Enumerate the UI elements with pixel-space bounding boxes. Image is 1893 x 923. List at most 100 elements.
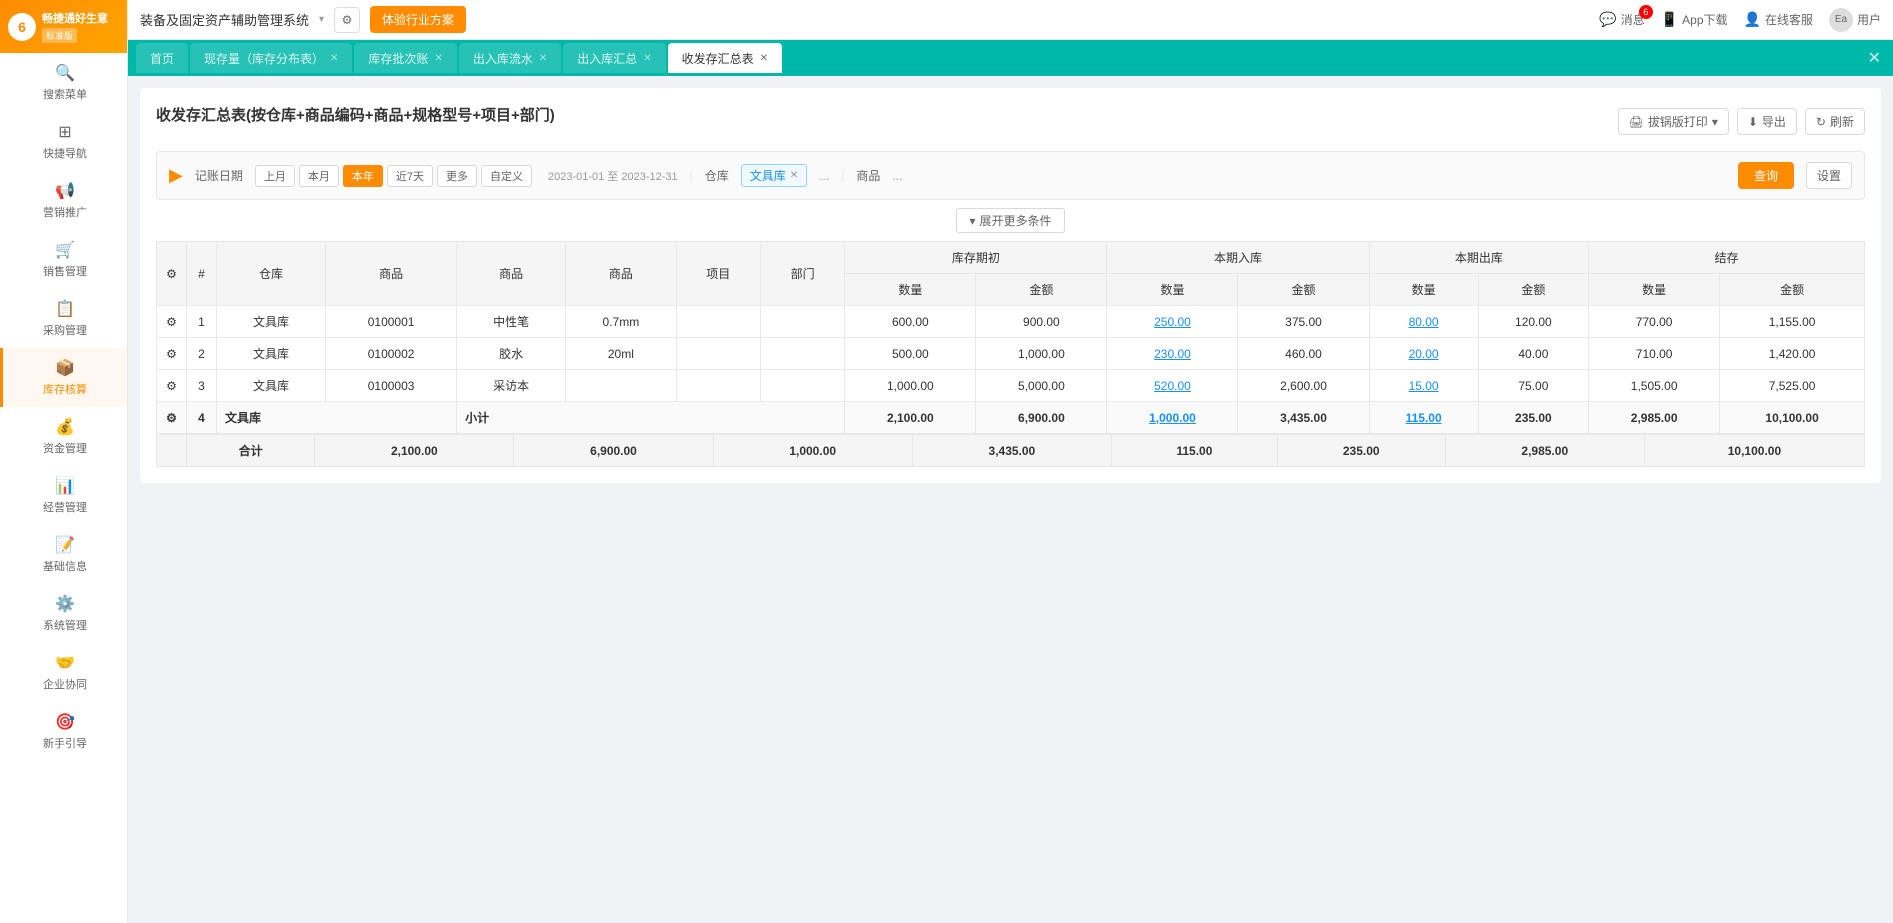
page-card: 收发存汇总表(按仓库+商品编码+商品+规格型号+项目+部门) 🖨 拔锅版打印 ▾… [140,88,1881,483]
date-btn-last-month[interactable]: 上月 [255,165,295,187]
date-buttons: 上月 本月 本年 近7天 更多 自定义 [255,165,532,187]
user-button[interactable]: Ea 用户 [1829,8,1881,32]
sidebar-item-marketing[interactable]: 📢 营销推广 [0,171,127,230]
tab-inventory-dist-label: 现存量（库存分布表） [204,50,324,67]
date-btn-more[interactable]: 更多 [437,165,477,187]
col-out-header: 本期出库 [1369,242,1589,274]
sidebar-item-finance[interactable]: 💰 资金管理 [0,407,127,466]
sidebar-item-quick-nav[interactable]: ⊞ 快捷导航 [0,112,127,171]
sidebar-item-operations[interactable]: 📊 经营管理 [0,466,127,525]
tab-inout-summary[interactable]: 出入库汇总 ✕ [563,43,665,73]
warehouse-tag-close-icon[interactable]: ✕ [790,170,798,181]
warehouse-more-btn[interactable]: ... [819,169,829,183]
row-name: 采访本 [457,370,566,402]
sidebar-item-basic[interactable]: 📝 基础信息 [0,525,127,584]
warehouse-tag-text: 文具库 [750,167,786,184]
col-name: 商品 [457,242,566,306]
sidebar-item-label: 快捷导航 [43,145,87,161]
sidebar-item-purchase[interactable]: 📋 采购管理 [0,289,127,348]
row-settings[interactable]: ⚙ [157,402,187,434]
tab-close-icon[interactable]: ✕ [330,53,338,64]
header-left: 装备及固定资产辅助管理系统 ▾ ⚙ 体验行业方案 [140,6,466,33]
row-name: 胶水 [457,338,566,370]
row-in-amt: 375.00 [1238,306,1369,338]
query-button[interactable]: 查询 [1738,162,1794,189]
date-btn-custom[interactable]: 自定义 [481,165,532,187]
table-settings-col[interactable]: ⚙ [157,242,187,306]
row-opening-qty: 500.00 [845,338,976,370]
row-balance-amt: 10,100.00 [1720,402,1865,434]
basic-icon: 📝 [55,535,75,555]
tab-bar-close-icon[interactable]: ✕ [1868,48,1881,68]
goods-label: 商品 [856,167,880,184]
print-button[interactable]: 🖨 拔锅版打印 ▾ [1618,108,1729,135]
goods-more-btn[interactable]: ... [892,169,902,183]
row-settings[interactable]: ⚙ [157,370,187,402]
refresh-button[interactable]: ↻ 刷新 [1805,108,1865,135]
row-warehouse: 文具库 [217,338,326,370]
print-icon: 🖨 [1629,115,1644,129]
tab-close-icon[interactable]: ✕ [539,53,547,64]
sidebar-item-newbie[interactable]: 🎯 新手引导 [0,702,127,761]
sidebar-item-search[interactable]: 🔍 搜索菜单 [0,53,127,112]
tab-close-icon[interactable]: ✕ [434,53,442,64]
sidebar: 6 畅捷通好生意 标准版 🔍 搜索菜单 ⊞ 快捷导航 📢 营销推广 🛒 销售管理… [0,0,128,923]
table-row: ⚙ 4 文具库 小计 2,100.00 6,900.00 1,000.00 3,… [157,402,1865,434]
col-dept: 部门 [760,242,844,306]
row-in-amt: 2,600.00 [1238,370,1369,402]
date-range-label: 2023-01-01 至 2023-12-31 [548,168,678,184]
quick-nav-icon: ⊞ [58,122,71,142]
online-service-button[interactable]: 👤 在线客服 [1744,11,1813,28]
row-code: 0100001 [326,306,457,338]
row-settings[interactable]: ⚙ [157,306,187,338]
export-button[interactable]: ⬇ 导出 [1737,108,1797,135]
newbie-icon: 🎯 [55,712,75,732]
tab-home[interactable]: 首页 [136,43,188,73]
sidebar-item-label: 系统管理 [43,617,87,633]
main-area: 装备及固定资产辅助管理系统 ▾ ⚙ 体验行业方案 💬 消息 6 📱 App下载 … [128,0,1893,923]
date-btn-7days[interactable]: 近7天 [387,165,433,187]
col-out-qty: 数量 [1369,274,1478,306]
finance-icon: 💰 [55,417,75,437]
trial-button[interactable]: 体验行业方案 [370,6,466,33]
date-btn-this-month[interactable]: 本月 [299,165,339,187]
tab-close-icon[interactable]: ✕ [760,53,768,64]
filter-arrow-icon[interactable]: ▶ [169,165,183,186]
sidebar-item-inventory[interactable]: 📦 库存核算 [0,348,127,407]
warehouse-tag[interactable]: 文具库 ✕ [741,164,807,187]
notification-button[interactable]: 💬 消息 6 [1599,11,1644,28]
footer-row: 合计 2,100.00 6,900.00 1,000.00 3,435.00 1… [157,435,1865,467]
col-in-amt: 金额 [1238,274,1369,306]
row-no: 2 [187,338,217,370]
footer-out-amt: 235.00 [1277,435,1445,467]
tab-batch-account[interactable]: 库存批次账 ✕ [354,43,456,73]
tab-collect-summary[interactable]: 收发存汇总表 ✕ [668,43,782,73]
row-settings[interactable]: ⚙ [157,338,187,370]
footer-in-qty: 1,000.00 [713,435,912,467]
system-icon: ⚙️ [55,594,75,614]
row-code: 0100002 [326,338,457,370]
settings-button[interactable]: ⚙ [334,7,360,33]
export-icon: ⬇ [1748,115,1758,129]
warehouse-label: 仓库 [705,167,729,184]
sidebar-item-enterprise[interactable]: 🤝 企业协同 [0,643,127,702]
expand-button[interactable]: ▾ 展开更多条件 [956,208,1064,233]
row-out-amt: 40.00 [1478,338,1588,370]
date-btn-this-year[interactable]: 本年 [343,165,383,187]
sidebar-item-system[interactable]: ⚙️ 系统管理 [0,584,127,643]
top-header: 装备及固定资产辅助管理系统 ▾ ⚙ 体验行业方案 💬 消息 6 📱 App下载 … [128,0,1893,40]
tab-collect-summary-label: 收发存汇总表 [682,50,754,67]
service-icon: 👤 [1744,11,1761,28]
sidebar-item-label: 经营管理 [43,499,87,515]
row-opening-amt: 900.00 [976,306,1107,338]
inventory-icon: 📦 [55,358,75,378]
settings-small-button[interactable]: 设置 [1806,162,1852,189]
row-dept [760,306,844,338]
tab-inout-flow[interactable]: 出入库流水 ✕ [459,43,561,73]
tab-inventory-dist[interactable]: 现存量（库存分布表） ✕ [190,43,352,73]
tab-close-icon[interactable]: ✕ [643,53,651,64]
sidebar-item-sales[interactable]: 🛒 销售管理 [0,230,127,289]
row-in-qty: 520.00 [1107,370,1238,402]
row-in-amt: 460.00 [1238,338,1369,370]
app-download-button[interactable]: 📱 App下载 [1661,11,1728,28]
